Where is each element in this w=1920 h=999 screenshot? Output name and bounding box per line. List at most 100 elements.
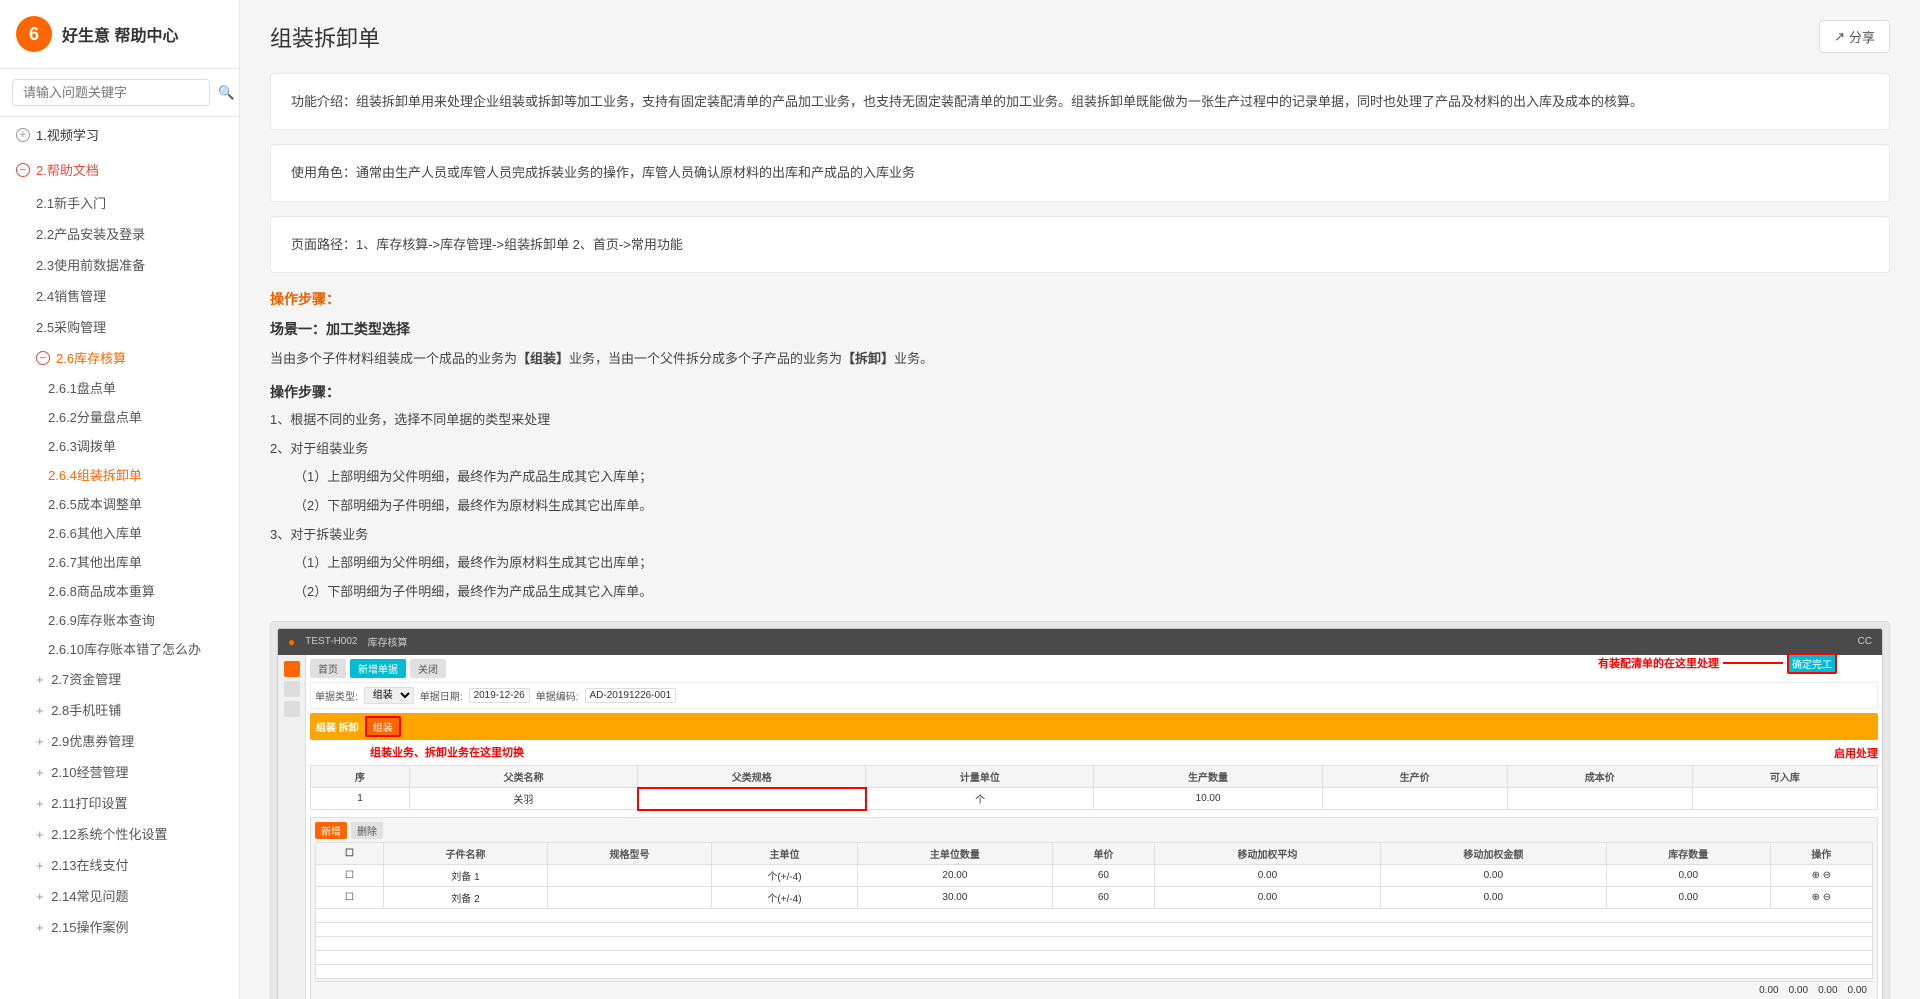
sidebar-item-2-6-7[interactable]: 2.6.7其他出库单 [0, 547, 239, 576]
sidebar-item-2-9[interactable]: + 2.9优惠券管理 [0, 725, 239, 756]
sidebar-item-2-6-5[interactable]: 2.6.5成本调整单 [0, 489, 239, 518]
field-date-label: 单据日期: [420, 688, 463, 703]
tab-close: 关闭 [410, 659, 446, 678]
annotation-1-container: 有装配清单的在这里处理 确定完工 [1598, 653, 1837, 674]
sub-cell-1-stock: 0.00 [1606, 864, 1770, 886]
sub-table: ☐ 子件名称 规格型号 主单位 主单位数量 单价 移动加权平均 [315, 842, 1873, 979]
cell-1-seq: 1 [311, 788, 410, 810]
icon-3 [284, 701, 300, 717]
sidebar-item-2-6-2[interactable]: 2.6.2分量盘点单 [0, 402, 239, 431]
sidebar-item-2-1[interactable]: 2.1新手入门 [0, 187, 239, 218]
role-card: 使用角色：通常由生产人员或库管人员完成拆装业务的操作，库管人员确认原材料的出库和… [270, 144, 1890, 201]
sidebar-item-2-11[interactable]: + 2.11打印设置 [0, 787, 239, 818]
step-3: 3、对于拆装业务 [270, 523, 1890, 548]
sidebar-item-2-7[interactable]: + 2.7资金管理 [0, 663, 239, 694]
sidebar-item-2-6-1[interactable]: 2.6.1盘点单 [0, 373, 239, 402]
sidebar: 6 好生意 帮助中心 🔍 + 1.视频学习 − 2.帮助文档 2.1新手入门 2… [0, 0, 240, 999]
sub-col-name: 子件名称 [383, 842, 547, 864]
total-2: 0.00 [1789, 985, 1808, 996]
app-logo-icon: 6 [16, 16, 52, 52]
cell-1-price [1322, 788, 1507, 810]
type-select[interactable]: 组装 拆卸 [364, 687, 414, 704]
share-label: 分享 [1849, 27, 1875, 46]
empty-row-4 [316, 922, 1873, 936]
sub-col-sel: ☐ [316, 842, 384, 864]
sidebar-item-2-3[interactable]: 2.3使用前数据准备 [0, 249, 239, 280]
page-header: 组装拆卸单 ↗ 分享 [270, 20, 1890, 53]
sidebar-item-2-6-3[interactable]: 2.6.3调拨单 [0, 431, 239, 460]
screenshot-image: ● TEST-H002 库存核算 CC [271, 622, 1889, 999]
plus-icon: + [16, 128, 30, 142]
upper-table: 序 父类名称 父类规格 计量单位 生产数量 生产价 成本价 可入库 [310, 765, 1878, 811]
field-type-label: 单据类型: [315, 688, 358, 703]
sub-col-qty: 主单位数量 [857, 842, 1052, 864]
sidebar-item-2[interactable]: − 2.帮助文档 [0, 152, 239, 187]
sub-col-price: 单价 [1052, 842, 1154, 864]
sub-cell-2-qty: 30.00 [857, 886, 1052, 908]
app-body: 首页 新增单据 关闭 单据类型: 组装 拆卸 [278, 655, 1882, 999]
col-seq: 序 [311, 765, 410, 788]
tab-home: 首页 [310, 659, 346, 678]
sidebar-item-2-13[interactable]: + 2.13在线支付 [0, 849, 239, 880]
plus-icon-2-15: + [36, 920, 44, 935]
sidebar-item-2-15[interactable]: + 2.15操作案例 [0, 911, 239, 942]
step-2-sub1: （1）上部明细为父件明细，最终作为产成品生成其它入库单； [294, 465, 1890, 490]
plus-icon-2-9: + [36, 734, 44, 749]
cell-1-qty: 10.00 [1094, 788, 1322, 810]
minus-icon-2-6: − [36, 351, 50, 365]
steps-title: 操作步骤： [270, 382, 1890, 402]
field-no-label: 单据编码: [536, 688, 579, 703]
sidebar-item-2-12[interactable]: + 2.12系统个性化设置 [0, 818, 239, 849]
scene-desc: 当由多个子件材料组装成一个成品的业务为【组装】业务，当由一个父件拆分成多个子产品… [270, 347, 1890, 372]
bold-zhuangzhuang: 【组装】 [517, 351, 569, 366]
step-1: 1、根据不同的业务，选择不同单据的类型来处理 [270, 408, 1890, 433]
plus-icon-2-8: + [36, 703, 44, 718]
role-text: 使用角色：通常由生产人员或库管人员完成拆装业务的操作，库管人员确认原材料的出库和… [291, 165, 915, 180]
sidebar-item-2-2[interactable]: 2.2产品安装及登录 [0, 218, 239, 249]
sidebar-item-2-6-4[interactable]: 2.6.4组装拆卸单 [0, 460, 239, 489]
sidebar-item-2-8[interactable]: + 2.8手机旺铺 [0, 694, 239, 725]
sub-cell-1-op: ⊕ ⊖ [1770, 864, 1872, 886]
screenshot-container: ● TEST-H002 库存核算 CC [270, 621, 1890, 999]
scene-title: 场景一：加工类型选择 [270, 319, 1890, 339]
share-button[interactable]: ↗ 分享 [1819, 20, 1890, 53]
page-title: 组装拆卸单 [270, 21, 380, 53]
sidebar-item-2-10[interactable]: + 2.10经营管理 [0, 756, 239, 787]
sub-row-5 [316, 936, 1873, 950]
sidebar-item-2-6-10[interactable]: 2.6.10库存账本错了怎么办 [0, 634, 239, 663]
topbar-logo: ● [288, 635, 295, 649]
plus-icon-2-12: + [36, 827, 44, 842]
sidebar-item-2-6-9[interactable]: 2.6.9库存账本查询 [0, 605, 239, 634]
sub-col-cost1: 移动加权平均 [1155, 842, 1381, 864]
sidebar-item-2-4[interactable]: 2.4销售管理 [0, 280, 239, 311]
sidebar-item-2-6-6[interactable]: 2.6.6其他入库单 [0, 518, 239, 547]
plus-icon-2-10: + [36, 765, 44, 780]
sidebar-item-1-label: 1.视频学习 [36, 125, 99, 144]
tab-new: 新增单据 [350, 659, 406, 678]
sub-col-cost2: 移动加权金额 [1380, 842, 1606, 864]
col-name: 父类名称 [410, 765, 638, 788]
sidebar-item-2-5[interactable]: 2.5采购管理 [0, 311, 239, 342]
sidebar-item-1[interactable]: + 1.视频学习 [0, 117, 239, 152]
cell-1-cost [1507, 788, 1692, 810]
sub-cell-2-price: 60 [1052, 886, 1154, 908]
btn-confirm-box: 确定完工 [1787, 653, 1837, 674]
sidebar-item-2-6[interactable]: − 2.6库存核算 [0, 342, 239, 373]
switch-btn: 组装 [365, 716, 401, 737]
sidebar-item-2-6-8[interactable]: 2.6.8商品成本重算 [0, 576, 239, 605]
content-area: 功能介绍：组装拆卸单用来处理企业组装或拆卸等加工业务，支持有固定装配清单的产品加… [270, 73, 1890, 999]
sub-cell-2-name: 刘备 2 [383, 886, 547, 908]
search-input[interactable] [12, 79, 210, 106]
cell-1-name: 关羽 [410, 788, 638, 810]
field-date-val: 2019-12-26 [469, 688, 530, 703]
sidebar-item-2-14[interactable]: + 2.14常见问题 [0, 880, 239, 911]
empty-row-7 [316, 964, 1873, 978]
col-qty: 生产数量 [1094, 765, 1322, 788]
col-cost: 成本价 [1507, 765, 1692, 788]
nav-section: + 1.视频学习 − 2.帮助文档 2.1新手入门 2.2产品安装及登录 2.3… [0, 117, 239, 942]
total-4: 0.00 [1848, 985, 1867, 996]
col-avail: 可入库 [1692, 765, 1877, 788]
search-button[interactable]: 🔍 [214, 81, 239, 105]
bold-chaiqie: 【拆卸】 [842, 351, 894, 366]
switch-label: 组装 拆卸 [316, 719, 359, 734]
